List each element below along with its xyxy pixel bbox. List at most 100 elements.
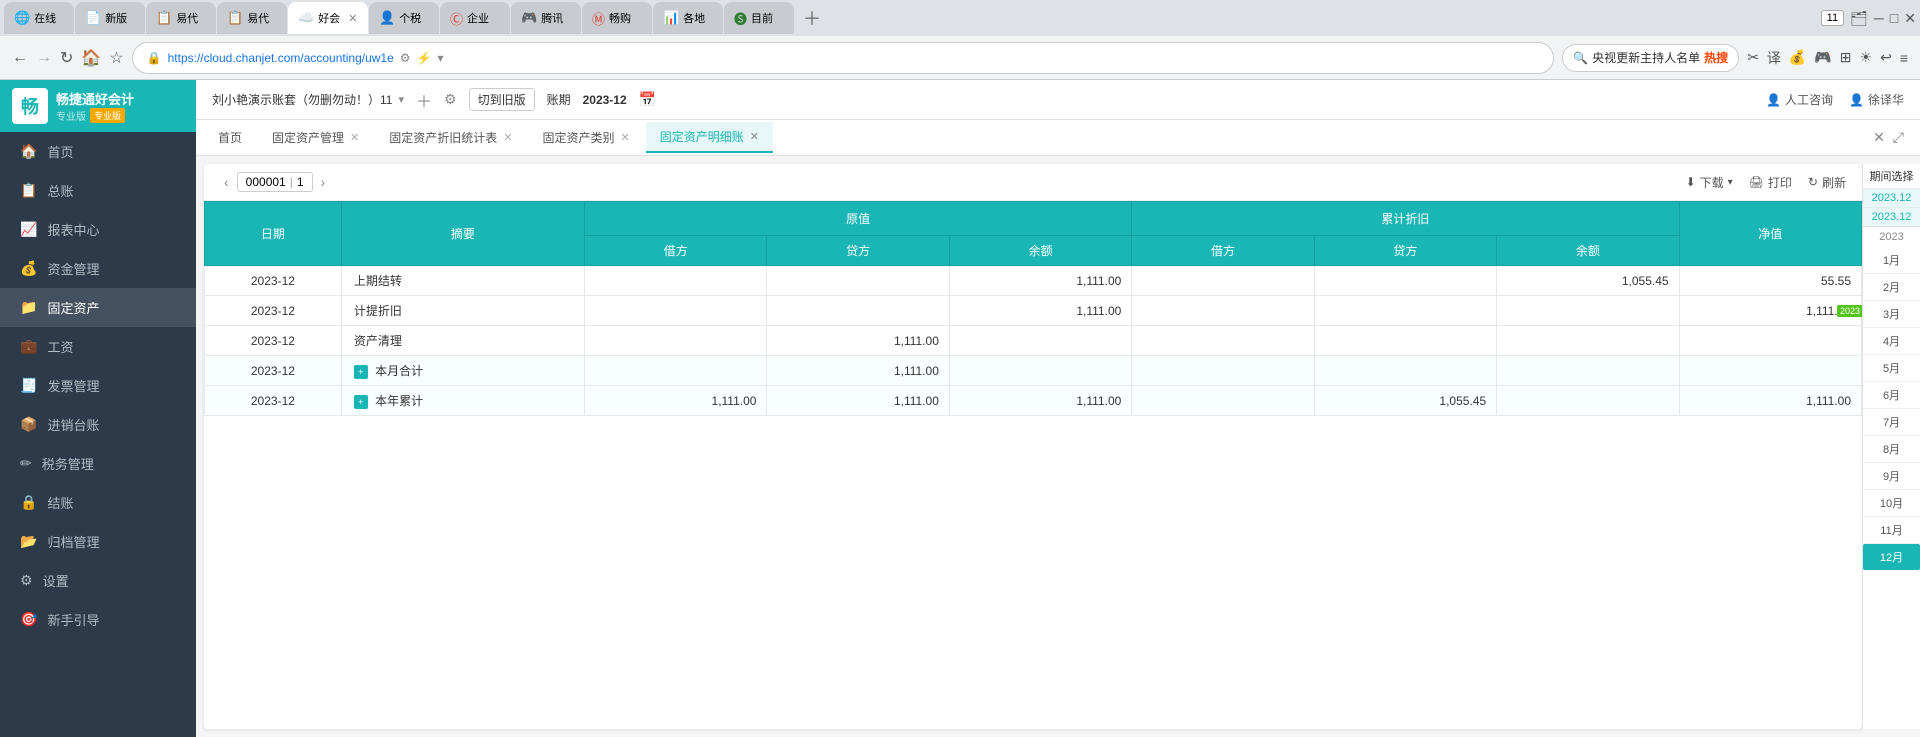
switch-version-button[interactable]: 切到旧版 — [469, 88, 535, 111]
grid-icon[interactable]: ⊞ — [1840, 49, 1852, 66]
page-tab-home[interactable]: 首页 — [204, 123, 256, 152]
user-account-selector[interactable]: 刘小艳演示账套（勿删勿动！）11 ▾ — [212, 91, 404, 108]
period-month-9[interactable]: 9月 — [1863, 463, 1920, 490]
tab-5-active[interactable]: ☁️ 好会 ✕ — [288, 2, 368, 34]
col-net-value: 净值 — [1679, 202, 1861, 266]
page-tab-category[interactable]: 固定资产类别 ✕ — [528, 123, 643, 152]
sidebar-item-archive[interactable]: 📂 归档管理 — [0, 522, 196, 561]
url-input-box[interactable]: 🔒 https://cloud.chanjet.com/accounting/u… — [132, 42, 1555, 74]
next-page-button[interactable]: › — [317, 172, 330, 192]
page-tab-fixed-mgmt[interactable]: 固定资产管理 ✕ — [258, 123, 373, 152]
tab-6[interactable]: 👤 个税 — [369, 2, 439, 34]
close-panel-button[interactable]: ✕ — [1873, 129, 1885, 146]
table-row-sum: 2023-12 + 本月合计 1,111.00 — [205, 356, 1862, 386]
url-dropdown-icon[interactable]: ▾ — [437, 51, 443, 65]
table-row-sum: 2023-12 + 本年累计 1,111.00 1,111.00 1,111.0… — [205, 386, 1862, 416]
period-month-11[interactable]: 11月 — [1863, 517, 1920, 544]
browser-search-box[interactable]: 🔍 央视更新主持人名单 热搜 — [1562, 44, 1739, 72]
archive-icon: 📂 — [20, 533, 37, 550]
calendar-icon[interactable]: 📅 — [639, 91, 656, 108]
col-summary: 摘要 — [341, 202, 584, 266]
tab-detail-close[interactable]: ✕ — [750, 130, 759, 143]
flash-icon[interactable]: ⚡ — [417, 51, 432, 65]
sidebar-item-salary[interactable]: 💼 工资 — [0, 327, 196, 366]
forward-button[interactable]: → — [36, 49, 52, 67]
page-number-box[interactable]: 000001 | 1 — [237, 172, 313, 192]
period-month-4[interactable]: 4月 — [1863, 328, 1920, 355]
home-button[interactable]: 🏠 — [81, 48, 101, 68]
tab-9[interactable]: Ⓜ 畅购 — [582, 2, 652, 34]
tab-3[interactable]: 📋 易代 — [146, 2, 216, 34]
col-accum-credit: 贷方 — [1314, 236, 1496, 266]
tab-5-close[interactable]: ✕ — [348, 12, 357, 25]
back-button[interactable]: ← — [12, 49, 28, 67]
guide-icon: 🎯 — [20, 611, 37, 628]
tab-category-close[interactable]: ✕ — [621, 131, 630, 144]
sidebar-header[interactable]: 畅 畅捷通好会计 专业版 专业版 — [0, 80, 196, 132]
sidebar-item-settings[interactable]: ⚙ 设置 — [0, 561, 196, 600]
period-header-label[interactable]: 期间选择 — [1863, 164, 1920, 189]
bookmark-button[interactable]: ☆ — [109, 48, 123, 68]
gamepad-icon[interactable]: 🎮 — [1814, 49, 1831, 66]
sidebar-item-report[interactable]: 📈 报表中心 — [0, 210, 196, 249]
refresh-button[interactable]: ↻ 刷新 — [1808, 174, 1846, 191]
print-button[interactable]: 🖨 打印 — [1749, 174, 1792, 191]
tab-4[interactable]: 📋 易代 — [217, 2, 287, 34]
period-month-3[interactable]: 3月 — [1863, 301, 1920, 328]
customer-service-button[interactable]: 👤 人工咨询 — [1766, 91, 1833, 108]
site-info-icon[interactable]: ⚙ — [400, 51, 411, 65]
sidebar-item-guide[interactable]: 🎯 新手引导 — [0, 600, 196, 639]
tab-favicon-1[interactable]: 🌐 在线 — [4, 2, 74, 34]
period-month-2[interactable]: 2月 — [1863, 274, 1920, 301]
translate-icon[interactable]: 译 — [1767, 48, 1781, 68]
period-month-8[interactable]: 8月 — [1863, 436, 1920, 463]
panel-controls: ✕ ⤢ — [1865, 129, 1912, 146]
maximize-button[interactable]: □ — [1890, 10, 1898, 26]
expand-panel-button[interactable]: ⤢ — [1893, 129, 1904, 146]
report-icon: 📈 — [20, 221, 37, 238]
restore-button[interactable]: 🗂 — [1850, 10, 1868, 27]
app-bar: 刘小艳演示账套（勿删勿动！）11 ▾ ＋ ⚙ 切到旧版 账期 2023-12 📅… — [196, 80, 1920, 120]
settings-gear-icon[interactable]: ⚙ — [444, 91, 457, 108]
sidebar-item-tax[interactable]: ✏ 税务管理 — [0, 444, 196, 483]
minimize-button[interactable]: ─ — [1874, 10, 1884, 26]
sidebar-item-closing[interactable]: 🔒 结账 — [0, 483, 196, 522]
tab-2[interactable]: 📄 新版 — [75, 2, 145, 34]
main-area: 刘小艳演示账套（勿删勿动！）11 ▾ ＋ ⚙ 切到旧版 账期 2023-12 📅… — [196, 80, 1920, 737]
brightness-icon[interactable]: ☀ — [1860, 49, 1873, 66]
new-tab-button[interactable]: ＋ — [795, 5, 829, 31]
sidebar-item-ledger[interactable]: 📋 总账 — [0, 171, 196, 210]
tab-11[interactable]: 🅢 目前 — [724, 2, 794, 34]
sidebar-item-fixed[interactable]: 📁 固定资产 — [0, 288, 196, 327]
user-profile-button[interactable]: 👤 徐译华 — [1849, 91, 1904, 108]
more-menu-icon[interactable]: ≡ — [1900, 50, 1908, 66]
period-month-10[interactable]: 10月 — [1863, 490, 1920, 517]
year-badge: 2023 — [1837, 305, 1862, 317]
download-button[interactable]: ⬇ 下载 ▾ — [1686, 174, 1733, 191]
tab-fixed-mgmt-close[interactable]: ✕ — [350, 131, 359, 144]
period-month-12-active[interactable]: 12月 — [1863, 544, 1920, 570]
annual-sum-prefix-icon: + — [354, 395, 368, 409]
ledger-panel: ‹ 000001 | 1 › ⬇ 下载 ▾ — [204, 164, 1862, 729]
close-window-button[interactable]: ✕ — [1904, 10, 1916, 27]
sidebar-item-invoice[interactable]: 🧾 发票管理 — [0, 366, 196, 405]
tab-8[interactable]: 🎮 腾讯 — [511, 2, 581, 34]
reload-button[interactable]: ↻ — [60, 48, 73, 68]
tab-7[interactable]: Ⓒ 企业 — [440, 2, 510, 34]
period-month-1[interactable]: 1月 — [1863, 247, 1920, 274]
page-tab-depreciation[interactable]: 固定资产折旧统计表 ✕ — [375, 123, 526, 152]
sidebar-item-inventory[interactable]: 📦 进销台账 — [0, 405, 196, 444]
tab-10[interactable]: 📊 各地 — [653, 2, 723, 34]
period-month-7[interactable]: 7月 — [1863, 409, 1920, 436]
scissors-icon[interactable]: ✂ — [1747, 49, 1759, 66]
page-tab-detail-active[interactable]: 固定资产明细账 ✕ — [646, 122, 773, 153]
period-month-6[interactable]: 6月 — [1863, 382, 1920, 409]
undo-icon[interactable]: ↩ — [1880, 49, 1892, 66]
sidebar-item-home[interactable]: 🏠 首页 — [0, 132, 196, 171]
wallet-icon[interactable]: 💰 — [1789, 49, 1806, 66]
sidebar-item-fund[interactable]: 💰 资金管理 — [0, 249, 196, 288]
period-month-5[interactable]: 5月 — [1863, 355, 1920, 382]
tab-depreciation-close[interactable]: ✕ — [503, 131, 512, 144]
add-account-button[interactable]: ＋ — [416, 88, 432, 112]
prev-page-button[interactable]: ‹ — [220, 172, 233, 192]
